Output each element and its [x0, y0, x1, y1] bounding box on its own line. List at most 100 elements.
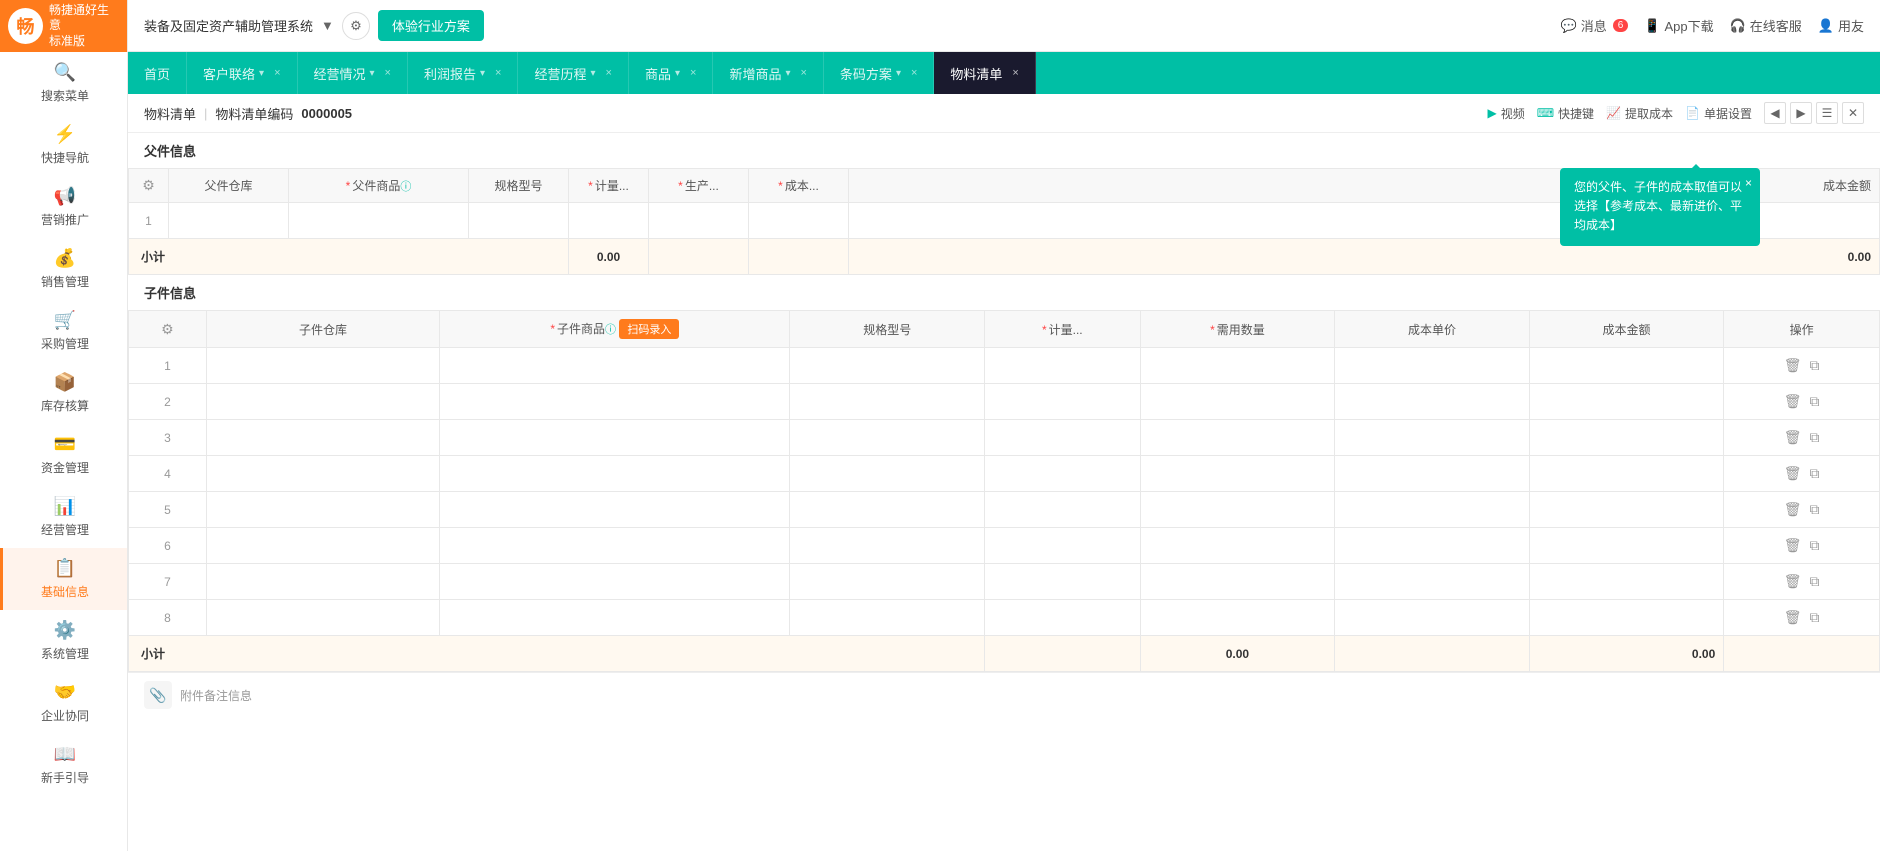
tab-close-new_goods[interactable]: × [800, 67, 806, 79]
child-warehouse-5[interactable] [206, 492, 439, 528]
child-unit-cost-6[interactable] [1335, 528, 1530, 564]
child-delete-icon-5[interactable]: 🗑 [1784, 501, 1802, 518]
close-page-button[interactable]: ✕ [1842, 102, 1864, 124]
child-copy-icon-1[interactable]: ⧉ [1810, 357, 1820, 374]
child-unit-3[interactable] [985, 420, 1141, 456]
sidebar-item-search[interactable]: 🔍搜索菜单 [0, 52, 127, 114]
sidebar-item-finance[interactable]: 💳资金管理 [0, 424, 127, 486]
sidebar-item-marketing[interactable]: 📢营销推广 [0, 176, 127, 238]
child-product-1[interactable] [440, 348, 790, 384]
child-spec-6[interactable] [790, 528, 985, 564]
sidebar-item-guide[interactable]: 📖新手引导 [0, 734, 127, 796]
child-warehouse-2[interactable] [206, 384, 439, 420]
sidebar-item-quicknav[interactable]: ⚡快捷导航 [0, 114, 127, 176]
child-delete-icon-7[interactable]: 🗑 [1784, 573, 1802, 590]
child-product-7[interactable] [440, 564, 790, 600]
sidebar-item-purchase[interactable]: 🛒采购管理 [0, 300, 127, 362]
try-industry-button[interactable]: 体验行业方案 [378, 10, 484, 41]
nav-tab-history[interactable]: 经营历程▾× [518, 52, 628, 94]
tab-close-history[interactable]: × [606, 67, 612, 79]
child-delete-icon-3[interactable]: 🗑 [1784, 429, 1802, 446]
child-unit-cost-4[interactable] [1335, 456, 1530, 492]
child-warehouse-1[interactable] [206, 348, 439, 384]
child-spec-5[interactable] [790, 492, 985, 528]
child-delete-icon-8[interactable]: 🗑 [1784, 609, 1802, 626]
menu-button[interactable]: ☰ [1816, 102, 1838, 124]
shortcut-action[interactable]: ⌨ 快捷键 [1537, 105, 1594, 122]
child-warehouse-8[interactable] [206, 600, 439, 636]
tab-close-barcode[interactable]: × [911, 67, 917, 79]
child-copy-icon-4[interactable]: ⧉ [1810, 465, 1820, 482]
child-needed-5[interactable] [1140, 492, 1335, 528]
child-unit-cost-8[interactable] [1335, 600, 1530, 636]
parent-unit-1[interactable] [569, 203, 649, 239]
child-spec-8[interactable] [790, 600, 985, 636]
child-delete-icon-4[interactable]: 🗑 [1784, 465, 1802, 482]
child-product-8[interactable] [440, 600, 790, 636]
child-warehouse-4[interactable] [206, 456, 439, 492]
video-action[interactable]: ▶ 视频 [1487, 105, 1524, 122]
child-copy-icon-7[interactable]: ⧉ [1810, 573, 1820, 590]
tooltip-close-button[interactable]: × [1745, 174, 1752, 193]
parent-setting-gear-icon[interactable]: ⚙ [142, 177, 155, 193]
sidebar-item-inventory[interactable]: 📦库存核算 [0, 362, 127, 424]
child-copy-icon-6[interactable]: ⧉ [1810, 537, 1820, 554]
tab-close-goods[interactable]: × [690, 67, 696, 79]
child-unit-2[interactable] [985, 384, 1141, 420]
nav-tab-barcode[interactable]: 条码方案▾× [824, 52, 934, 94]
child-warehouse-3[interactable] [206, 420, 439, 456]
nav-tab-operations[interactable]: 经营情况▾× [298, 52, 408, 94]
tab-close-customer[interactable]: × [274, 67, 280, 79]
sidebar-item-enterprise[interactable]: 🤝企业协同 [0, 672, 127, 734]
child-product-6[interactable] [440, 528, 790, 564]
child-product-5[interactable] [440, 492, 790, 528]
child-copy-icon-5[interactable]: ⧉ [1810, 501, 1820, 518]
extract-cost-action[interactable]: 📈 提取成本 [1606, 105, 1673, 122]
child-warehouse-7[interactable] [206, 564, 439, 600]
child-product-2[interactable] [440, 384, 790, 420]
child-copy-icon-3[interactable]: ⧉ [1810, 429, 1820, 446]
child-spec-3[interactable] [790, 420, 985, 456]
next-record-button[interactable]: ▶ [1790, 102, 1812, 124]
child-copy-icon-8[interactable]: ⧉ [1810, 609, 1820, 626]
nav-tab-new_goods[interactable]: 新增商品▾× [713, 52, 823, 94]
parent-product-1[interactable] [289, 203, 469, 239]
sidebar-item-sales[interactable]: 💰销售管理 [0, 238, 127, 300]
nav-tab-home[interactable]: 首页 [128, 52, 187, 94]
child-unit-cost-2[interactable] [1335, 384, 1530, 420]
child-needed-7[interactable] [1140, 564, 1335, 600]
sidebar-item-system[interactable]: ⚙️系统管理 [0, 610, 127, 672]
child-spec-7[interactable] [790, 564, 985, 600]
header-app[interactable]: 📱App下载 [1644, 16, 1713, 35]
child-needed-8[interactable] [1140, 600, 1335, 636]
child-unit-6[interactable] [985, 528, 1141, 564]
header-user[interactable]: 👤用友 [1818, 16, 1864, 35]
child-delete-icon-1[interactable]: 🗑 [1784, 357, 1802, 374]
child-unit-4[interactable] [985, 456, 1141, 492]
child-delete-icon-2[interactable]: 🗑 [1784, 393, 1802, 410]
tab-close-bom[interactable]: × [1012, 67, 1018, 79]
child-unit-5[interactable] [985, 492, 1141, 528]
scan-input-button[interactable]: 扫码录入 [619, 319, 679, 339]
child-spec-2[interactable] [790, 384, 985, 420]
child-product-4[interactable] [440, 456, 790, 492]
child-setting-gear-icon[interactable]: ⚙ [161, 321, 174, 337]
child-needed-2[interactable] [1140, 384, 1335, 420]
child-unit-cost-3[interactable] [1335, 420, 1530, 456]
header-message[interactable]: 💬消息6 [1561, 16, 1629, 35]
parent-cost-1[interactable] [749, 203, 849, 239]
child-delete-icon-6[interactable]: 🗑 [1784, 537, 1802, 554]
child-warehouse-6[interactable] [206, 528, 439, 564]
child-needed-1[interactable] [1140, 348, 1335, 384]
child-copy-icon-2[interactable]: ⧉ [1810, 393, 1820, 410]
sidebar-item-basic[interactable]: 📋基础信息 [0, 548, 127, 610]
tab-close-operations[interactable]: × [385, 67, 391, 79]
child-spec-1[interactable] [790, 348, 985, 384]
nav-tab-customer[interactable]: 客户联络▾× [187, 52, 297, 94]
child-unit-cost-5[interactable] [1335, 492, 1530, 528]
prev-record-button[interactable]: ◀ [1764, 102, 1786, 124]
settings-gear-button[interactable]: ⚙ [342, 12, 370, 40]
parent-spec-1[interactable] [469, 203, 569, 239]
attachment-icon[interactable]: 📎 [144, 681, 172, 709]
nav-tab-goods[interactable]: 商品▾× [629, 52, 713, 94]
